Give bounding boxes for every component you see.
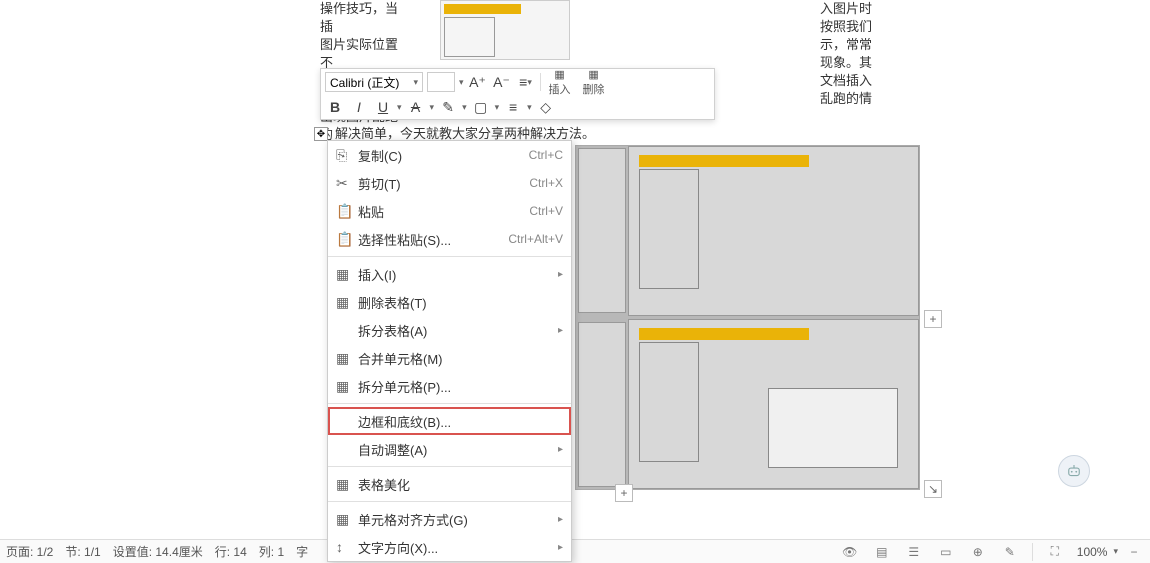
border-button[interactable]: ▢: [471, 97, 491, 117]
underline-button[interactable]: U: [373, 97, 393, 117]
fit-width-icon[interactable]: ⛶: [1045, 542, 1065, 562]
chevron-right-icon: ▸: [558, 325, 563, 336]
chevron-right-icon: ▸: [558, 542, 563, 553]
status-chars: 字: [296, 543, 308, 560]
split-icon: ▦: [336, 378, 358, 395]
edit-icon[interactable]: ✎: [1000, 542, 1020, 562]
read-view-icon[interactable]: ▭: [936, 542, 956, 562]
chevron-down-icon[interactable]: ▾: [1113, 546, 1118, 557]
font-name-select[interactable]: Calibri (正文)▾: [325, 72, 423, 92]
mini-toolbar: Calibri (正文)▾ ▾ A⁺ A⁻ ≡▾ ▦ 插入 ▦ 删除 B I U…: [320, 68, 715, 120]
assistant-fab[interactable]: [1058, 455, 1090, 487]
table-delete-icon: ▦: [336, 294, 358, 311]
outline-view-icon[interactable]: ☰: [904, 542, 924, 562]
font-size-select[interactable]: [427, 72, 455, 92]
highlight-icon[interactable]: ◇: [536, 97, 556, 117]
paste-icon: 📋: [336, 203, 358, 220]
font-color-button[interactable]: A: [406, 97, 426, 117]
copy-icon: ⎘: [336, 147, 358, 164]
zoom-out-button[interactable]: −: [1124, 542, 1144, 562]
doc-inline-image: [440, 0, 570, 60]
menu-insert[interactable]: ▦插入(I)▸: [328, 260, 571, 288]
decrease-font-icon[interactable]: A⁻: [492, 72, 512, 92]
highlight-button[interactable]: ✎: [438, 97, 458, 117]
menu-split-table[interactable]: 拆分表格(A)▸: [328, 316, 571, 344]
merge-icon: ▦: [336, 350, 358, 367]
status-line: 行: 14: [215, 543, 247, 560]
delete-button[interactable]: ▦ 删除: [579, 68, 609, 97]
menu-copy[interactable]: ⎘复制(C)Ctrl+C: [328, 141, 571, 169]
table-select-handle[interactable]: ✥: [314, 127, 328, 141]
increase-font-icon[interactable]: A⁺: [468, 72, 488, 92]
status-page: 页面: 1/2: [6, 543, 53, 560]
add-col-button[interactable]: +: [615, 484, 633, 502]
status-position: 设置值: 14.4厘米: [113, 543, 203, 560]
chevron-right-icon: ▸: [558, 269, 563, 280]
web-view-icon[interactable]: ⊕: [968, 542, 988, 562]
status-col: 列: 1: [259, 543, 284, 560]
cut-icon: ✂: [336, 175, 358, 192]
align-icon: ▦: [336, 511, 358, 528]
menu-delete-table[interactable]: ▦删除表格(T): [328, 288, 571, 316]
menu-split-cells[interactable]: ▦拆分单元格(P)...: [328, 372, 571, 400]
status-bar: 页面: 1/2 节: 1/1 设置值: 14.4厘米 行: 14 列: 1 字 …: [0, 539, 1150, 563]
align-button[interactable]: ≡: [503, 97, 523, 117]
beautify-icon: ▦: [336, 476, 358, 493]
menu-text-direction[interactable]: ↕文字方向(X)...▸: [328, 533, 571, 561]
menu-border-shading[interactable]: 边框和底纹(B)...: [328, 407, 571, 435]
grid-delete-icon: ▦: [588, 68, 598, 81]
zoom-value[interactable]: 100%: [1077, 545, 1108, 559]
eye-icon[interactable]: 👁: [840, 542, 860, 562]
text-direction-icon: ↕: [336, 539, 358, 555]
doc-table-body[interactable]: [575, 145, 920, 490]
menu-merge-cells[interactable]: ▦合并单元格(M): [328, 344, 571, 372]
context-menu: ⎘复制(C)Ctrl+C ✂剪切(T)Ctrl+X 📋粘贴Ctrl+V 📋选择性…: [327, 140, 572, 562]
menu-cut[interactable]: ✂剪切(T)Ctrl+X: [328, 169, 571, 197]
doc-right-text: 入图片时 按照我们 示，常常 现象。其 文档插入 乱跑的情: [820, 0, 880, 108]
chevron-right-icon: ▸: [558, 514, 563, 525]
table-insert-icon: ▦: [336, 266, 358, 283]
menu-paste-special[interactable]: 📋选择性粘贴(S)...Ctrl+Alt+V: [328, 225, 571, 253]
line-spacing-icon[interactable]: ≡▾: [516, 72, 536, 92]
bold-button[interactable]: B: [325, 97, 345, 117]
grid-icon: ▦: [554, 68, 564, 81]
insert-button[interactable]: ▦ 插入: [545, 68, 575, 97]
robot-icon: [1065, 462, 1083, 480]
status-section: 节: 1/1: [65, 543, 100, 560]
menu-beautify[interactable]: ▦表格美化: [328, 470, 571, 498]
add-row-button[interactable]: ↘: [924, 480, 942, 498]
italic-button[interactable]: I: [349, 97, 369, 117]
page-view-icon[interactable]: ▤: [872, 542, 892, 562]
menu-paste[interactable]: 📋粘贴Ctrl+V: [328, 197, 571, 225]
chevron-down-icon[interactable]: ▾: [459, 77, 464, 88]
chevron-right-icon: ▸: [558, 444, 563, 455]
add-row-button[interactable]: +: [924, 310, 942, 328]
menu-auto-fit[interactable]: 自动调整(A)▸: [328, 435, 571, 463]
menu-cell-align[interactable]: ▦单元格对齐方式(G)▸: [328, 505, 571, 533]
paste-special-icon: 📋: [336, 231, 358, 248]
